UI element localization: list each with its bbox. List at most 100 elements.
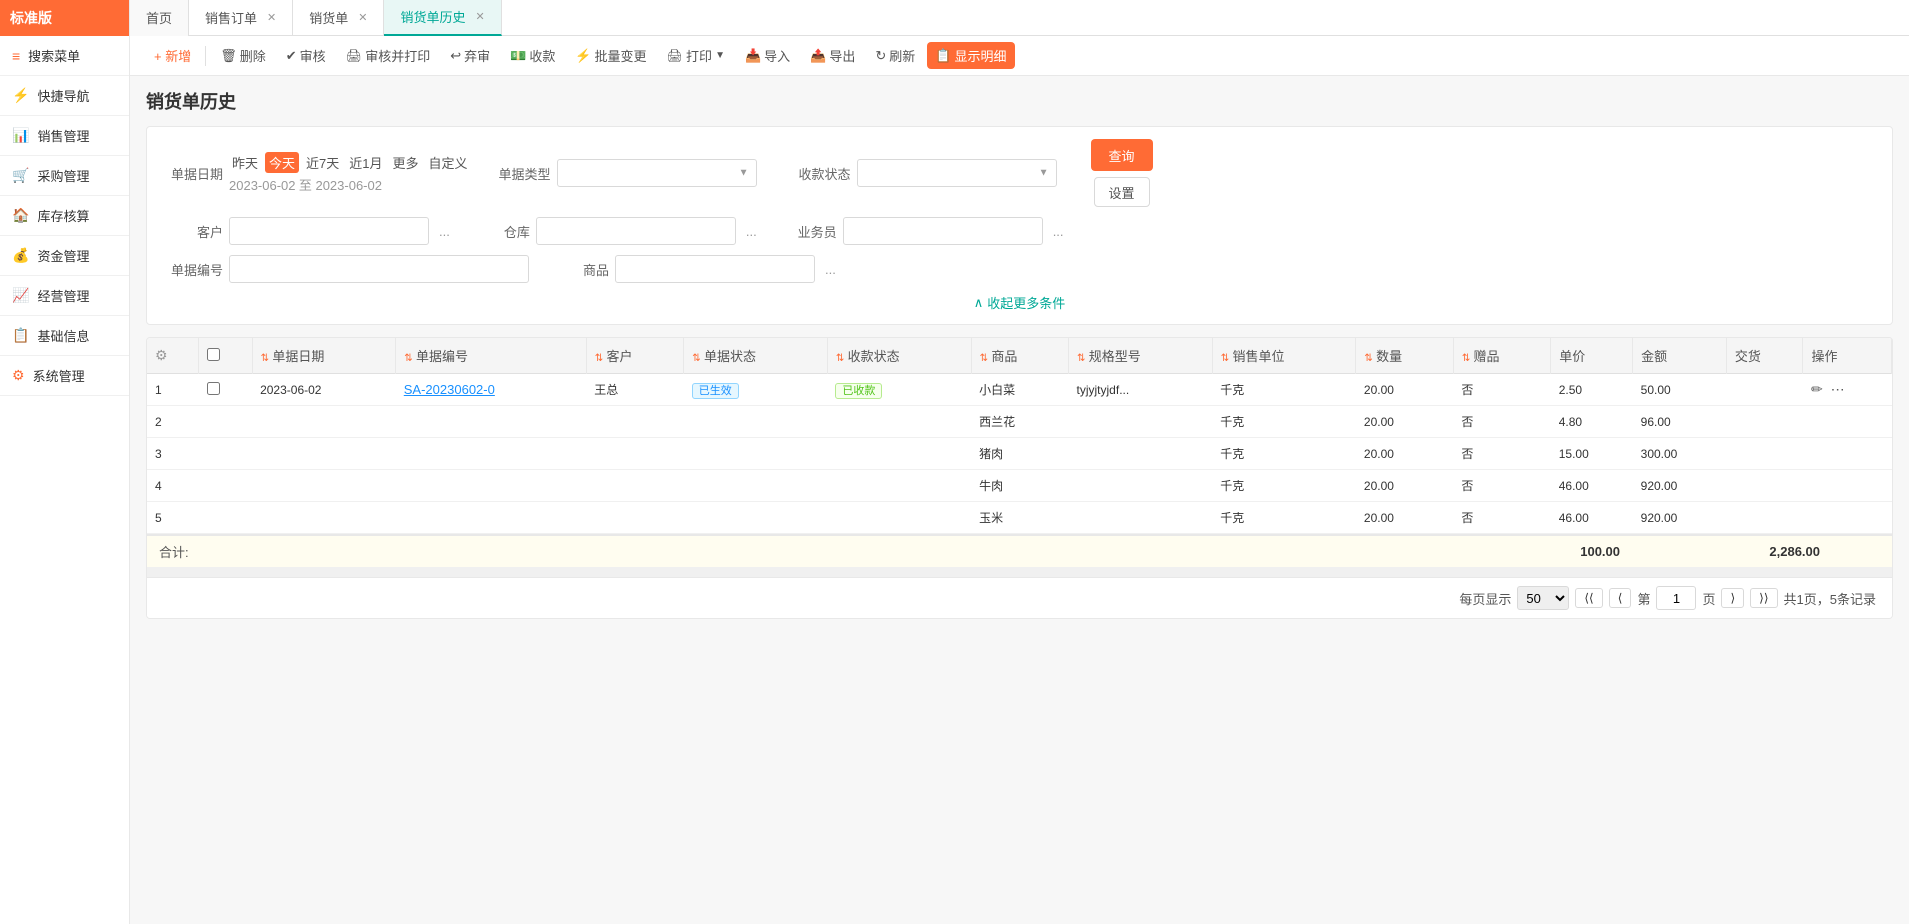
cell-order-status xyxy=(684,406,828,438)
order-no-label: 单据编号 xyxy=(163,260,223,279)
sidebar-item-sales[interactable]: 📊 销售管理 xyxy=(0,116,129,156)
set-button[interactable]: 设置 xyxy=(1094,177,1150,207)
delete-button[interactable]: 🗑 删除 xyxy=(212,42,274,69)
sidebar-item-search-menu[interactable]: ≡ 搜索菜单 xyxy=(0,36,129,76)
shortcut-1month[interactable]: 近1月 xyxy=(346,152,385,173)
review-print-button[interactable]: 🖨 审核并打印 xyxy=(338,42,439,69)
order-no-input[interactable] xyxy=(229,255,529,283)
order-no-link[interactable]: SA-20230602-0 xyxy=(404,382,495,397)
sort-icon-quantity[interactable]: ⇅ xyxy=(1364,353,1372,364)
sidebar-item-system[interactable]: ⚙ 系统管理 xyxy=(0,356,129,396)
warehouse-input[interactable] xyxy=(536,217,736,245)
cell-date xyxy=(252,502,396,534)
sidebar-item-finance[interactable]: 💰 资金管理 xyxy=(0,236,129,276)
abandon-button[interactable]: ↩ 弃审 xyxy=(442,42,498,69)
delete-label: 删除 xyxy=(240,46,266,65)
show-detail-button[interactable]: 📋 显示明细 xyxy=(927,42,1014,69)
refresh-button[interactable]: ↻ 刷新 xyxy=(867,42,923,69)
sort-icon-unit[interactable]: ⇅ xyxy=(1221,353,1229,364)
filter-customer: 客户 ... xyxy=(163,217,450,245)
edit-icon[interactable]: ✏ xyxy=(1811,381,1823,398)
query-button[interactable]: 查询 xyxy=(1091,139,1153,171)
sidebar-item-label: 系统管理 xyxy=(33,366,85,385)
col-customer: ⇅ 客户 xyxy=(586,338,683,374)
prev-page-button[interactable]: ⟨ xyxy=(1609,588,1632,608)
tab-sales-history[interactable]: 销货单历史 ✕ xyxy=(384,0,501,36)
cell-payment-status xyxy=(827,470,971,502)
salesman-dots[interactable]: ... xyxy=(1053,224,1064,239)
cell-goods: 猪肉 xyxy=(971,438,1068,470)
tab-home[interactable]: 首页 xyxy=(130,0,189,36)
customer-input[interactable] xyxy=(229,217,429,245)
cell-trade xyxy=(1726,374,1803,406)
shortcut-more[interactable]: 更多 xyxy=(390,152,422,173)
import-button[interactable]: 📥 导入 xyxy=(737,42,798,69)
warehouse-dots[interactable]: ... xyxy=(746,224,757,239)
status-select-wrapper xyxy=(857,159,1057,187)
sidebar-item-base-info[interactable]: 📋 基础信息 xyxy=(0,316,129,356)
sort-icon-gift[interactable]: ⇅ xyxy=(1462,353,1470,364)
sort-icon-spec[interactable]: ⇅ xyxy=(1077,353,1085,364)
tab-sales-goods[interactable]: 销货单 ✕ xyxy=(293,0,384,36)
sidebar-item-operations[interactable]: 📈 经营管理 xyxy=(0,276,129,316)
more-icon[interactable]: ⋯ xyxy=(1831,381,1845,398)
last-page-button[interactable]: ⟩⟩ xyxy=(1750,588,1777,608)
export-label: 导出 xyxy=(829,46,855,65)
sidebar-item-purchase[interactable]: 🛒 采购管理 xyxy=(0,156,129,196)
shortcut-yesterday[interactable]: 昨天 xyxy=(229,152,261,173)
sort-icon-payment-status[interactable]: ⇅ xyxy=(836,353,844,364)
col-order-status: ⇅ 单据状态 xyxy=(684,338,828,374)
table-row: 5 玉米 千克 20.00 否 46.00 920.00 xyxy=(147,502,1892,534)
goods-input[interactable] xyxy=(615,255,815,283)
table-footer: 合计: 100.00 2,286.00 xyxy=(147,534,1892,567)
goods-dots[interactable]: ... xyxy=(825,262,836,277)
tab-sales-order[interactable]: 销售订单 ✕ xyxy=(189,0,293,36)
select-all-checkbox[interactable] xyxy=(207,348,220,361)
cell-spec: tyjyjtyjdf... xyxy=(1069,374,1213,406)
cell-order-status xyxy=(684,502,828,534)
type-select[interactable] xyxy=(557,159,757,187)
shortcut-7days[interactable]: 近7天 xyxy=(303,152,342,173)
cell-quantity: 20.00 xyxy=(1356,438,1453,470)
table-gear-icon[interactable]: ⚙ xyxy=(155,347,168,363)
sidebar-item-inventory[interactable]: 🏠 库存核算 xyxy=(0,196,129,236)
warehouse-label: 仓库 xyxy=(470,222,530,241)
status-select[interactable] xyxy=(857,159,1057,187)
page-input[interactable] xyxy=(1656,586,1696,610)
print-button[interactable]: 🖨 打印 ▼ xyxy=(659,42,733,69)
review-button[interactable]: ✔ 审核 xyxy=(278,42,334,69)
collapse-button[interactable]: ∧ 收起更多条件 xyxy=(163,293,1876,312)
row-checkbox xyxy=(199,470,252,502)
cell-gift: 否 xyxy=(1453,502,1550,534)
tab-sales-goods-close[interactable]: ✕ xyxy=(358,11,367,24)
collect-button[interactable]: 💵 收款 xyxy=(502,42,563,69)
row-select-checkbox[interactable] xyxy=(207,382,220,395)
shortcut-custom[interactable]: 自定义 xyxy=(426,152,471,173)
next-page-button[interactable]: ⟩ xyxy=(1721,588,1744,608)
cell-order-no xyxy=(396,470,587,502)
cell-order-no xyxy=(396,502,587,534)
sort-icon-goods[interactable]: ⇅ xyxy=(980,353,988,364)
per-page-select[interactable]: 50 20 100 xyxy=(1517,586,1569,610)
show-detail-label: 显示明细 xyxy=(954,46,1006,65)
shortcut-today[interactable]: 今天 xyxy=(265,152,299,173)
type-select-wrapper xyxy=(557,159,757,187)
new-button[interactable]: + 新增 xyxy=(146,42,199,69)
export-button[interactable]: 📤 导出 xyxy=(802,42,863,69)
first-page-button[interactable]: ⟨⟨ xyxy=(1575,588,1602,608)
sort-icon-order-status[interactable]: ⇅ xyxy=(692,353,700,364)
cell-gift: 否 xyxy=(1453,470,1550,502)
sort-icon-order-no[interactable]: ⇅ xyxy=(404,353,412,364)
batch-change-button[interactable]: ⚡ 批量变更 xyxy=(567,42,654,69)
tab-sales-order-close[interactable]: ✕ xyxy=(267,11,276,24)
row-checkbox xyxy=(199,374,252,406)
customer-dots[interactable]: ... xyxy=(439,224,450,239)
salesman-input[interactable] xyxy=(843,217,1043,245)
row-num: 1 xyxy=(147,374,199,406)
sidebar-item-quick-nav[interactable]: ⚡ 快捷导航 xyxy=(0,76,129,116)
tab-sales-history-close[interactable]: ✕ xyxy=(476,10,485,23)
sort-icon-date[interactable]: ⇅ xyxy=(261,353,269,364)
sort-icon-customer[interactable]: ⇅ xyxy=(595,353,603,364)
horizontal-scrollbar[interactable] xyxy=(147,567,1892,577)
cell-goods: 玉米 xyxy=(971,502,1068,534)
